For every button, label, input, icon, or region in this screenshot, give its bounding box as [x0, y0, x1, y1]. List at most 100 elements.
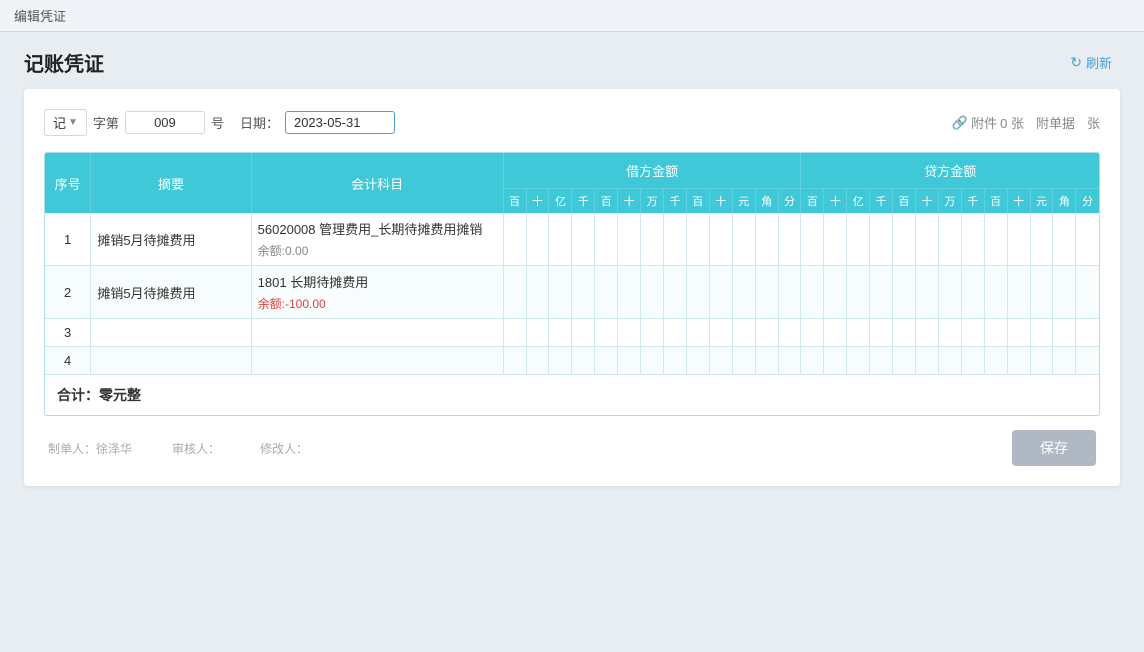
debit-cell-3-9[interactable]: [709, 347, 732, 375]
credit-cell-1-9[interactable]: [1007, 266, 1030, 319]
debit-cell-0-4[interactable]: [595, 213, 618, 266]
debit-cell-3-3[interactable]: [572, 347, 595, 375]
credit-cell-2-4[interactable]: [893, 319, 916, 347]
credit-cell-0-1[interactable]: [824, 213, 847, 266]
debit-cell-3-5[interactable]: [618, 347, 641, 375]
debit-cell-0-11[interactable]: [755, 213, 778, 266]
credit-cell-3-5[interactable]: [916, 347, 939, 375]
credit-cell-3-1[interactable]: [824, 347, 847, 375]
debit-cell-2-1[interactable]: [526, 319, 549, 347]
credit-cell-2-2[interactable]: [847, 319, 870, 347]
row-account-0[interactable]: 56020008 管理费用_长期待摊费用摊销余额:0.00: [251, 213, 503, 266]
date-input[interactable]: [285, 111, 395, 134]
debit-cell-3-0[interactable]: [503, 347, 526, 375]
debit-cell-3-10[interactable]: [732, 347, 755, 375]
credit-cell-3-6[interactable]: [938, 347, 961, 375]
credit-cell-0-2[interactable]: [847, 213, 870, 266]
credit-cell-3-9[interactable]: [1007, 347, 1030, 375]
credit-cell-1-4[interactable]: [893, 266, 916, 319]
credit-cell-2-10[interactable]: [1030, 319, 1053, 347]
credit-cell-1-2[interactable]: [847, 266, 870, 319]
credit-cell-2-12[interactable]: [1076, 319, 1099, 347]
debit-cell-0-0[interactable]: [503, 213, 526, 266]
credit-cell-0-8[interactable]: [984, 213, 1007, 266]
type-select[interactable]: 记 ▼: [44, 109, 87, 136]
credit-cell-3-2[interactable]: [847, 347, 870, 375]
debit-cell-1-1[interactable]: [526, 266, 549, 319]
debit-cell-0-10[interactable]: [732, 213, 755, 266]
debit-cell-2-6[interactable]: [641, 319, 664, 347]
debit-cell-0-7[interactable]: [664, 213, 687, 266]
debit-cell-1-12[interactable]: [778, 266, 801, 319]
credit-cell-0-3[interactable]: [870, 213, 893, 266]
debit-cell-3-2[interactable]: [549, 347, 572, 375]
row-account-3[interactable]: [251, 347, 503, 375]
debit-cell-1-6[interactable]: [641, 266, 664, 319]
credit-cell-3-10[interactable]: [1030, 347, 1053, 375]
credit-cell-2-3[interactable]: [870, 319, 893, 347]
credit-cell-0-9[interactable]: [1007, 213, 1030, 266]
attach-link[interactable]: 🔗 附件 0 张: [952, 113, 1024, 132]
voucher-number-input[interactable]: [125, 111, 205, 134]
row-summary-1[interactable]: 摊销5月待摊费用: [91, 266, 251, 319]
credit-cell-0-11[interactable]: [1053, 213, 1076, 266]
debit-cell-0-6[interactable]: [641, 213, 664, 266]
debit-cell-1-8[interactable]: [686, 266, 709, 319]
credit-cell-0-4[interactable]: [893, 213, 916, 266]
credit-cell-2-1[interactable]: [824, 319, 847, 347]
debit-cell-2-11[interactable]: [755, 319, 778, 347]
credit-cell-1-1[interactable]: [824, 266, 847, 319]
debit-cell-3-1[interactable]: [526, 347, 549, 375]
debit-cell-2-4[interactable]: [595, 319, 618, 347]
debit-cell-3-11[interactable]: [755, 347, 778, 375]
credit-cell-3-12[interactable]: [1076, 347, 1099, 375]
credit-cell-1-0[interactable]: [801, 266, 824, 319]
debit-cell-1-4[interactable]: [595, 266, 618, 319]
row-summary-2[interactable]: [91, 319, 251, 347]
credit-cell-3-3[interactable]: [870, 347, 893, 375]
save-button[interactable]: 保存: [1012, 430, 1096, 466]
credit-cell-1-7[interactable]: [961, 266, 984, 319]
debit-cell-1-5[interactable]: [618, 266, 641, 319]
credit-cell-2-6[interactable]: [938, 319, 961, 347]
debit-cell-0-12[interactable]: [778, 213, 801, 266]
credit-cell-0-12[interactable]: [1076, 213, 1099, 266]
debit-cell-1-9[interactable]: [709, 266, 732, 319]
debit-cell-2-2[interactable]: [549, 319, 572, 347]
debit-cell-2-10[interactable]: [732, 319, 755, 347]
debit-cell-1-0[interactable]: [503, 266, 526, 319]
debit-cell-1-2[interactable]: [549, 266, 572, 319]
debit-cell-3-6[interactable]: [641, 347, 664, 375]
debit-cell-0-5[interactable]: [618, 213, 641, 266]
attach-single-label[interactable]: 附单据: [1036, 113, 1075, 132]
credit-cell-2-11[interactable]: [1053, 319, 1076, 347]
debit-cell-2-5[interactable]: [618, 319, 641, 347]
debit-cell-1-3[interactable]: [572, 266, 595, 319]
credit-cell-2-9[interactable]: [1007, 319, 1030, 347]
debit-cell-0-2[interactable]: [549, 213, 572, 266]
debit-cell-1-7[interactable]: [664, 266, 687, 319]
debit-cell-3-8[interactable]: [686, 347, 709, 375]
credit-cell-1-11[interactable]: [1053, 266, 1076, 319]
credit-cell-3-11[interactable]: [1053, 347, 1076, 375]
debit-cell-0-3[interactable]: [572, 213, 595, 266]
credit-cell-2-0[interactable]: [801, 319, 824, 347]
debit-cell-2-3[interactable]: [572, 319, 595, 347]
row-summary-0[interactable]: 摊销5月待摊费用: [91, 213, 251, 266]
credit-cell-1-3[interactable]: [870, 266, 893, 319]
credit-cell-3-7[interactable]: [961, 347, 984, 375]
debit-cell-3-4[interactable]: [595, 347, 618, 375]
debit-cell-2-9[interactable]: [709, 319, 732, 347]
debit-cell-1-11[interactable]: [755, 266, 778, 319]
credit-cell-1-8[interactable]: [984, 266, 1007, 319]
credit-cell-3-0[interactable]: [801, 347, 824, 375]
credit-cell-0-10[interactable]: [1030, 213, 1053, 266]
debit-cell-0-1[interactable]: [526, 213, 549, 266]
debit-cell-0-9[interactable]: [709, 213, 732, 266]
debit-cell-2-0[interactable]: [503, 319, 526, 347]
credit-cell-3-8[interactable]: [984, 347, 1007, 375]
credit-cell-0-5[interactable]: [916, 213, 939, 266]
credit-cell-0-6[interactable]: [938, 213, 961, 266]
credit-cell-1-6[interactable]: [938, 266, 961, 319]
debit-cell-3-7[interactable]: [664, 347, 687, 375]
